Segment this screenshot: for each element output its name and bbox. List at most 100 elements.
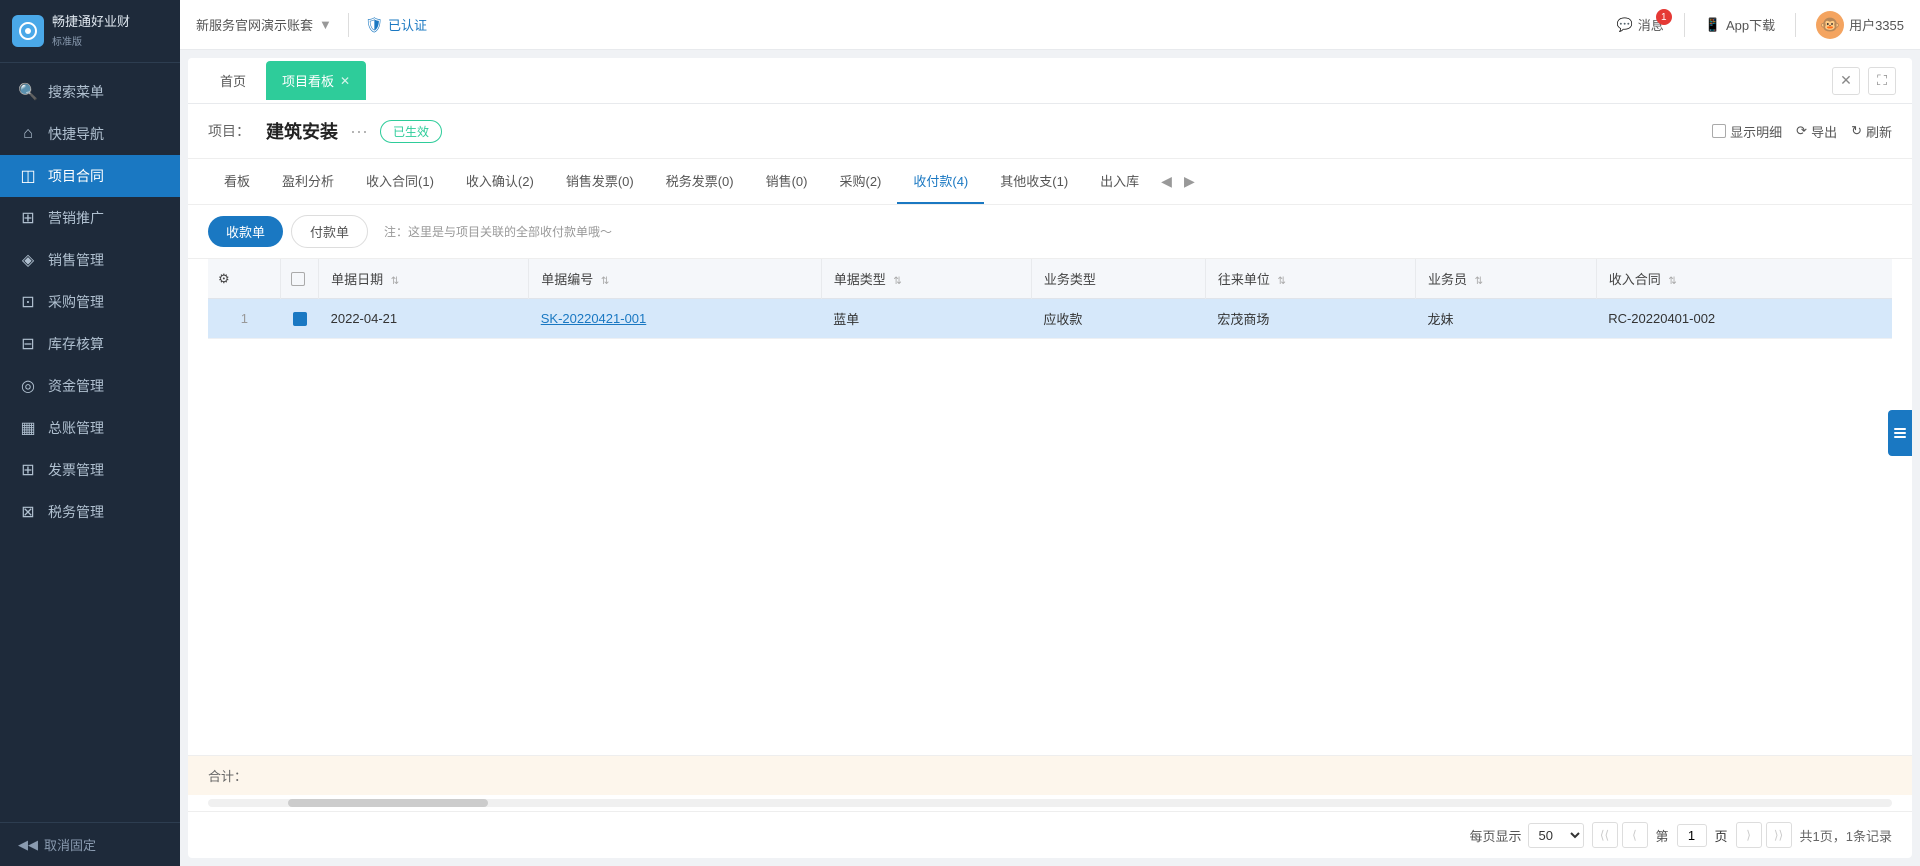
- certified-badge: 🛡 已认证: [365, 15, 427, 34]
- subnav-board[interactable]: 看板: [208, 159, 266, 204]
- sidebar-item-ledger[interactable]: ▦ 总账管理: [0, 407, 180, 449]
- maximize-window-button[interactable]: ⛶: [1868, 67, 1896, 95]
- subnav-tax-invoice[interactable]: 税务发票(0): [650, 159, 750, 204]
- sort-icon: ⇅: [601, 276, 609, 287]
- subnav-sales-invoice-label: 销售发票(0): [566, 174, 634, 189]
- subtab-note: 注：这里是与项目关联的全部收付款单哦～: [384, 223, 612, 240]
- perpage-select[interactable]: 50 100 200: [1528, 823, 1584, 848]
- sidebar-unpin[interactable]: ◀◀ 取消固定: [0, 822, 180, 866]
- next-page-button[interactable]: ⟩: [1736, 822, 1762, 848]
- sidebar-item-tax[interactable]: ⊠ 税务管理: [0, 491, 180, 533]
- horizontal-scrollbar[interactable]: [188, 795, 1912, 811]
- shield-icon: 🛡: [365, 16, 384, 34]
- gear-icon: ⚙: [218, 271, 230, 286]
- page-suffix: 页: [1715, 826, 1728, 845]
- app-title: 畅捷通好业财: [52, 14, 130, 31]
- subnav-prev-arrow[interactable]: ◀: [1155, 165, 1178, 198]
- row-number[interactable]: SK-20220421-001: [529, 299, 822, 339]
- last-page-button[interactable]: ⟩⟩: [1766, 822, 1792, 848]
- perpage-label: 每页显示: [1469, 826, 1521, 845]
- sidebar-item-inventory[interactable]: ⊟ 库存核算: [0, 323, 180, 365]
- subnav-payment[interactable]: 收付款(4): [897, 159, 984, 204]
- sidebar-item-label: 采购管理: [48, 292, 104, 312]
- sidebar-item-quicknav[interactable]: ⌂ 快捷导航: [0, 113, 180, 155]
- more-options-button[interactable]: ···: [350, 121, 368, 142]
- subnav-other-expense-label: 其他收支(1): [1000, 174, 1068, 189]
- row-type: 蓝单: [821, 299, 1031, 339]
- header-checkbox[interactable]: [291, 272, 305, 286]
- subnav-inout[interactable]: 出入库: [1084, 159, 1155, 204]
- first-page-button[interactable]: ⟨⟨: [1592, 822, 1618, 848]
- message-button[interactable]: 💬 消息 1: [1617, 15, 1664, 34]
- purchase-icon: ⊡: [18, 292, 38, 312]
- page-header: 项目： 建筑安装 ··· 已生效 显示明细 ⟳ 导出 ↻ 刷: [188, 104, 1912, 159]
- scroll-track[interactable]: [208, 799, 1892, 807]
- subnav-other-expense[interactable]: 其他收支(1): [984, 159, 1084, 204]
- sidebar-item-label: 发票管理: [48, 460, 104, 480]
- sidebar-item-label: 快捷导航: [48, 124, 104, 144]
- show-detail-checkbox[interactable]: 显示明细: [1712, 122, 1782, 141]
- sort-icon: ⇅: [1668, 276, 1676, 287]
- row-checkbox[interactable]: [293, 312, 307, 326]
- export-button[interactable]: ⟳ 导出: [1796, 122, 1837, 141]
- page: 项目： 建筑安装 ··· 已生效 显示明细 ⟳ 导出 ↻ 刷: [188, 104, 1912, 858]
- sidebar-item-purchase[interactable]: ⊡ 采购管理: [0, 281, 180, 323]
- sidebar-item-project[interactable]: ◫ 项目合同: [0, 155, 180, 197]
- subnav-next-arrow[interactable]: ▶: [1178, 165, 1201, 198]
- subtab-receipt-label: 收款单: [226, 225, 265, 240]
- refresh-label: 刷新: [1866, 122, 1892, 141]
- subnav-income-contract[interactable]: 收入合同(1): [350, 159, 450, 204]
- app-download-button[interactable]: 📱 App下载: [1705, 15, 1775, 34]
- demo-account-selector[interactable]: 新服务官网演示账套 ▼: [196, 15, 332, 34]
- th-partner-label: 往来单位: [1218, 272, 1270, 287]
- inventory-icon: ⊟: [18, 334, 38, 354]
- subnav-purchase[interactable]: 采购(2): [823, 159, 897, 204]
- refresh-button[interactable]: ↻ 刷新: [1851, 122, 1892, 141]
- th-salesman: 业务员 ⇅: [1415, 259, 1596, 299]
- sidebar-header: 畅捷通好业财 标准版: [0, 0, 180, 63]
- subtab-receipt[interactable]: 收款单: [208, 216, 283, 247]
- subnav-sales-invoice[interactable]: 销售发票(0): [550, 159, 650, 204]
- sidebar-item-sales[interactable]: ◈ 销售管理: [0, 239, 180, 281]
- sidebar-item-label: 营销推广: [48, 208, 104, 228]
- subtab-bar: 收款单 付款单 注：这里是与项目关联的全部收付款单哦～: [188, 205, 1912, 259]
- sidebar-item-marketing[interactable]: ⊞ 营销推广: [0, 197, 180, 239]
- subnav-payment-label: 收付款(4): [913, 174, 968, 189]
- scroll-thumb[interactable]: [288, 799, 488, 807]
- user-menu[interactable]: 🐵 用户3355: [1816, 11, 1904, 39]
- tab-project-board[interactable]: 项目看板 ✕: [266, 61, 366, 100]
- page-header-actions: 显示明细 ⟳ 导出 ↻ 刷新: [1712, 122, 1892, 141]
- sidebar-item-label: 税务管理: [48, 502, 104, 522]
- sidebar-item-label: 销售管理: [48, 250, 104, 270]
- sidebar-item-search[interactable]: 🔍 搜索菜单: [0, 71, 180, 113]
- close-window-button[interactable]: ✕: [1832, 67, 1860, 95]
- sidebar-item-invoice[interactable]: ⊞ 发票管理: [0, 449, 180, 491]
- tab-close-icon[interactable]: ✕: [340, 74, 350, 88]
- prev-page-button[interactable]: ⟨: [1622, 822, 1648, 848]
- summary-label: 合计：: [208, 766, 247, 785]
- row-contract: RC-20220401-002: [1596, 299, 1892, 339]
- subnav-sales[interactable]: 销售(0): [750, 159, 824, 204]
- topbar-divider2: [1684, 13, 1685, 37]
- app-title-group: 畅捷通好业财 标准版: [52, 14, 130, 48]
- topbar-divider: [348, 13, 349, 37]
- tab-home[interactable]: 首页: [204, 61, 262, 100]
- th-date-label: 单据日期: [331, 272, 383, 287]
- subnav-profit[interactable]: 盈利分析: [266, 159, 350, 204]
- subnav-income-confirm[interactable]: 收入确认(2): [450, 159, 550, 204]
- subtab-payment[interactable]: 付款单: [291, 215, 368, 248]
- th-settings[interactable]: ⚙: [208, 259, 281, 299]
- topbar-divider3: [1795, 13, 1796, 37]
- th-check[interactable]: [281, 259, 319, 299]
- row-checkbox-cell[interactable]: [281, 299, 319, 339]
- th-date: 单据日期 ⇅: [319, 259, 529, 299]
- sidebar-item-label: 库存核算: [48, 334, 104, 354]
- page-prefix: 第: [1656, 826, 1669, 845]
- data-table: ⚙ 单据日期 ⇅ 单据编号 ⇅: [208, 259, 1892, 339]
- project-icon: ◫: [18, 166, 38, 186]
- summary-row: 合计：: [188, 755, 1912, 795]
- th-contract-label: 收入合同: [1609, 272, 1661, 287]
- sidebar-item-funds[interactable]: ◎ 资金管理: [0, 365, 180, 407]
- page-input[interactable]: [1677, 824, 1707, 847]
- side-panel-toggle[interactable]: [1888, 410, 1912, 456]
